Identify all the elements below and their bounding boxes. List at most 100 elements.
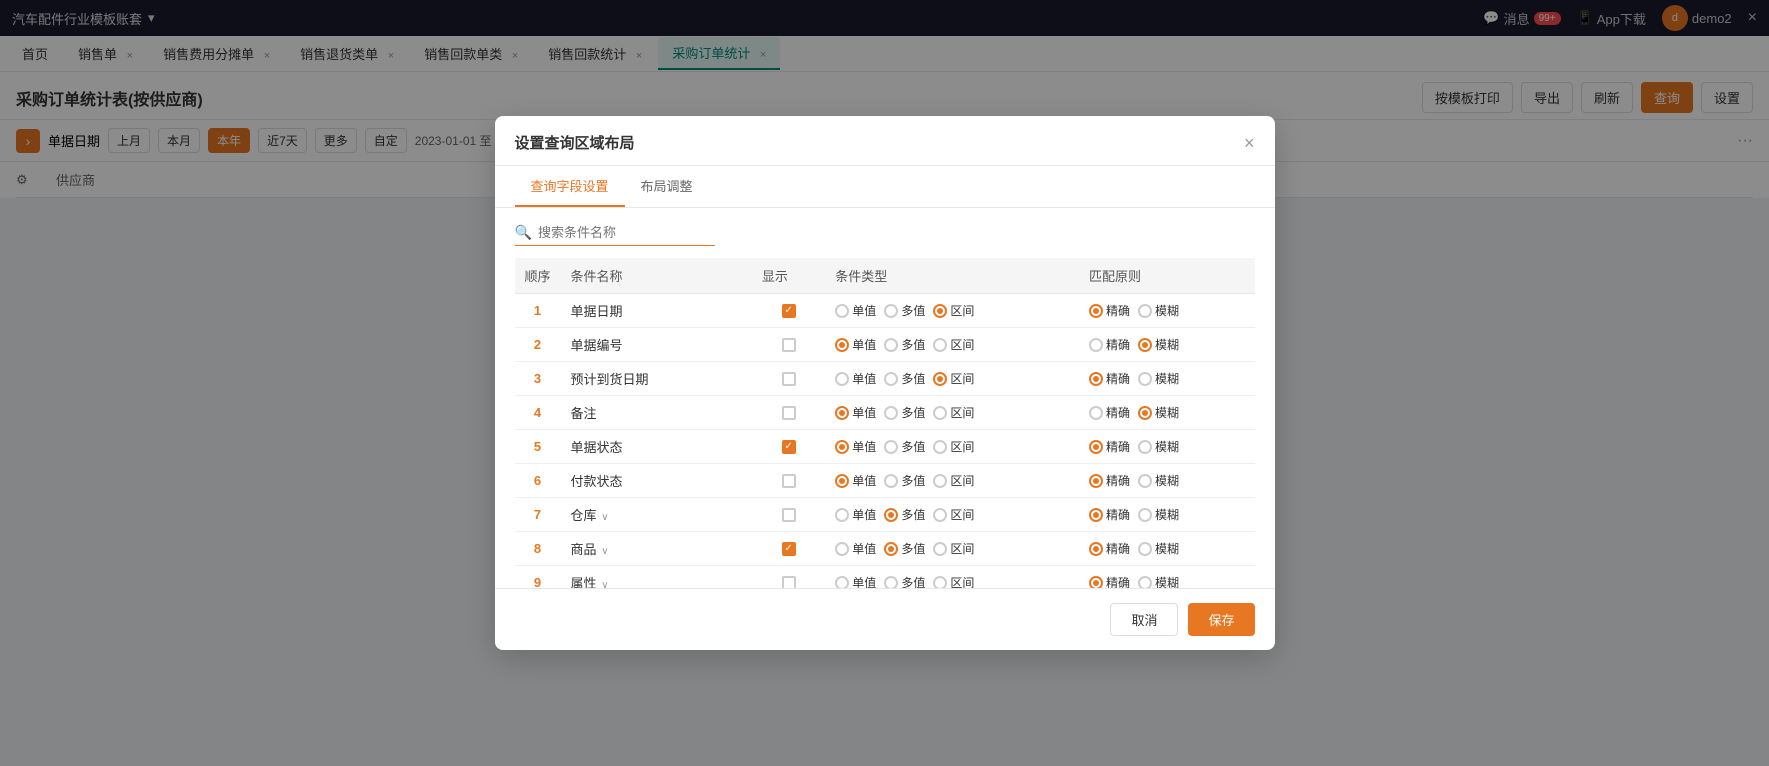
radio-multi[interactable]: 多值: [884, 472, 925, 489]
radio-fuzzy[interactable]: 模糊: [1138, 438, 1179, 455]
radio-exact-circle[interactable]: [1089, 576, 1103, 589]
radio-single[interactable]: 单值: [835, 370, 876, 387]
radio-exact-circle[interactable]: [1089, 508, 1103, 522]
radio-range-circle[interactable]: [933, 474, 947, 488]
row-show-checkbox[interactable]: [752, 294, 825, 328]
row-show-checkbox[interactable]: [752, 566, 825, 589]
radio-single[interactable]: 单值: [835, 540, 876, 557]
radio-fuzzy-circle[interactable]: [1138, 406, 1152, 420]
row-show-checkbox[interactable]: [752, 430, 825, 464]
radio-single[interactable]: 单值: [835, 574, 876, 588]
row-match[interactable]: 精确 模糊: [1079, 566, 1255, 589]
radio-single[interactable]: 单值: [835, 472, 876, 489]
dropdown-arrow-icon[interactable]: ∨: [599, 546, 609, 557]
radio-single-circle[interactable]: [835, 304, 849, 318]
radio-range-circle[interactable]: [933, 338, 947, 352]
radio-fuzzy[interactable]: 模糊: [1138, 506, 1179, 523]
radio-exact[interactable]: 精确: [1089, 574, 1130, 588]
radio-multi[interactable]: 多值: [884, 438, 925, 455]
radio-fuzzy-circle[interactable]: [1138, 338, 1152, 352]
radio-exact[interactable]: 精确: [1089, 472, 1130, 489]
row-match[interactable]: 精确 模糊: [1079, 396, 1255, 430]
radio-fuzzy-circle[interactable]: [1138, 372, 1152, 386]
radio-exact-circle[interactable]: [1089, 372, 1103, 386]
radio-range[interactable]: 区间: [933, 302, 974, 319]
radio-single[interactable]: 单值: [835, 404, 876, 421]
radio-exact-circle[interactable]: [1089, 304, 1103, 318]
radio-range-circle[interactable]: [933, 542, 947, 556]
tab-layout-adjust[interactable]: 布局调整: [625, 166, 709, 207]
row-type[interactable]: 单值 多值 区间: [825, 464, 1079, 498]
checkbox[interactable]: [782, 576, 796, 589]
row-type[interactable]: 单值 多值 区间: [825, 498, 1079, 532]
radio-exact[interactable]: 精确: [1089, 506, 1130, 523]
radio-multi[interactable]: 多值: [884, 574, 925, 588]
radio-fuzzy-circle[interactable]: [1138, 474, 1152, 488]
radio-single-circle[interactable]: [835, 508, 849, 522]
radio-fuzzy-circle[interactable]: [1138, 542, 1152, 556]
search-input[interactable]: [532, 225, 715, 240]
radio-fuzzy[interactable]: 模糊: [1138, 404, 1179, 421]
radio-single-circle[interactable]: [835, 440, 849, 454]
row-condition-name[interactable]: 属性 ∨: [561, 566, 752, 589]
row-type[interactable]: 单值 多值 区间: [825, 362, 1079, 396]
radio-multi-circle[interactable]: [884, 474, 898, 488]
radio-exact[interactable]: 精确: [1089, 404, 1130, 421]
radio-multi[interactable]: 多值: [884, 404, 925, 421]
radio-fuzzy-circle[interactable]: [1138, 576, 1152, 589]
radio-fuzzy[interactable]: 模糊: [1138, 472, 1179, 489]
radio-multi[interactable]: 多值: [884, 336, 925, 353]
radio-multi[interactable]: 多值: [884, 540, 925, 557]
radio-multi-circle[interactable]: [884, 440, 898, 454]
checkbox[interactable]: [782, 304, 796, 318]
row-match[interactable]: 精确 模糊: [1079, 430, 1255, 464]
radio-range[interactable]: 区间: [933, 506, 974, 523]
radio-exact-circle[interactable]: [1089, 338, 1103, 352]
row-show-checkbox[interactable]: [752, 396, 825, 430]
row-show-checkbox[interactable]: [752, 498, 825, 532]
radio-multi-circle[interactable]: [884, 304, 898, 318]
radio-single-circle[interactable]: [835, 338, 849, 352]
row-match[interactable]: 精确 模糊: [1079, 532, 1255, 566]
radio-range[interactable]: 区间: [933, 336, 974, 353]
row-match[interactable]: 精确 模糊: [1079, 328, 1255, 362]
radio-range[interactable]: 区间: [933, 438, 974, 455]
radio-fuzzy-circle[interactable]: [1138, 304, 1152, 318]
tab-query-fields[interactable]: 查询字段设置: [515, 166, 625, 207]
radio-single[interactable]: 单值: [835, 506, 876, 523]
radio-range-circle[interactable]: [933, 406, 947, 420]
row-show-checkbox[interactable]: [752, 362, 825, 396]
row-show-checkbox[interactable]: [752, 328, 825, 362]
row-type[interactable]: 单值 多值 区间: [825, 566, 1079, 589]
radio-fuzzy-circle[interactable]: [1138, 440, 1152, 454]
dropdown-arrow-icon[interactable]: ∨: [599, 512, 609, 523]
modal-close-button[interactable]: ×: [1244, 134, 1255, 152]
radio-fuzzy[interactable]: 模糊: [1138, 336, 1179, 353]
radio-multi[interactable]: 多值: [884, 506, 925, 523]
radio-exact-circle[interactable]: [1089, 542, 1103, 556]
row-type[interactable]: 单值 多值 区间: [825, 294, 1079, 328]
radio-multi-circle[interactable]: [884, 338, 898, 352]
radio-exact[interactable]: 精确: [1089, 540, 1130, 557]
cancel-button[interactable]: 取消: [1110, 603, 1178, 636]
dropdown-arrow-icon[interactable]: ∨: [599, 580, 609, 588]
radio-range[interactable]: 区间: [933, 540, 974, 557]
radio-fuzzy[interactable]: 模糊: [1138, 540, 1179, 557]
radio-range-circle[interactable]: [933, 576, 947, 589]
radio-fuzzy-circle[interactable]: [1138, 508, 1152, 522]
radio-fuzzy[interactable]: 模糊: [1138, 370, 1179, 387]
checkbox[interactable]: [782, 440, 796, 454]
row-type[interactable]: 单值 多值 区间: [825, 328, 1079, 362]
row-type[interactable]: 单值 多值 区间: [825, 396, 1079, 430]
radio-multi-circle[interactable]: [884, 542, 898, 556]
radio-range[interactable]: 区间: [933, 370, 974, 387]
row-show-checkbox[interactable]: [752, 532, 825, 566]
radio-exact[interactable]: 精确: [1089, 302, 1130, 319]
row-condition-name[interactable]: 商品 ∨: [561, 532, 752, 566]
radio-fuzzy[interactable]: 模糊: [1138, 574, 1179, 588]
checkbox[interactable]: [782, 508, 796, 522]
radio-multi-circle[interactable]: [884, 576, 898, 589]
checkbox[interactable]: [782, 372, 796, 386]
save-button[interactable]: 保存: [1188, 603, 1254, 636]
radio-single-circle[interactable]: [835, 406, 849, 420]
